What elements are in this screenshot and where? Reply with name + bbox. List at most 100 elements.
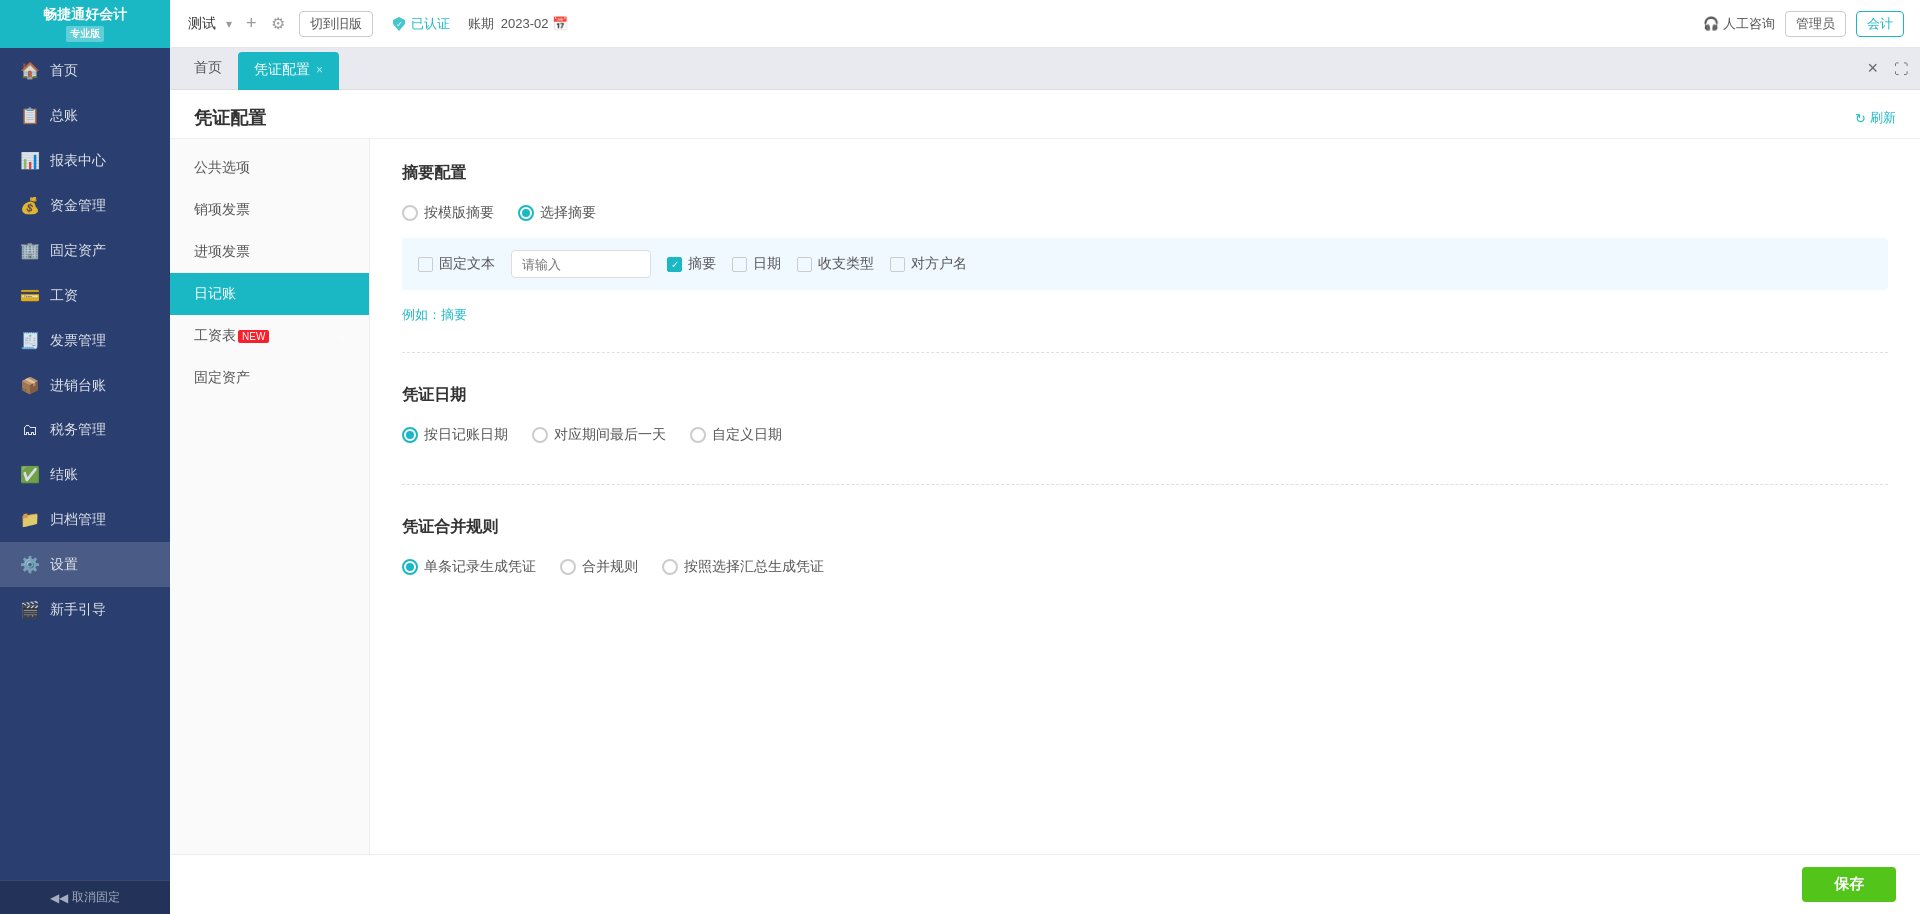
sidebar-item-archive[interactable]: 📁 归档管理 [0,497,170,542]
add-button[interactable]: + [246,13,257,34]
checkbox-box-counterpart [890,257,905,272]
radio-select-summary[interactable]: 选择摘要 [518,204,596,222]
radio-custom-date[interactable]: 自定义日期 [690,426,782,444]
menu-item-purchase-invoice[interactable]: 进项发票 [170,231,369,273]
tab-expand-button[interactable]: ⛶ [1890,57,1912,81]
checkbox-date[interactable]: 日期 [732,255,781,273]
checkbox-payment-type[interactable]: 收支类型 [797,255,874,273]
sidebar-item-invoice[interactable]: 🧾 发票管理 [0,318,170,363]
checkbox-box-summary: ✓ [667,257,682,272]
summary-radio-group: 按模版摘要 选择摘要 [402,204,1888,222]
radio-circle-period-last [532,427,548,443]
summary-section: 摘要配置 按模版摘要 选择摘要 [402,163,1888,353]
radio-journal-date[interactable]: 按日记账日期 [402,426,508,444]
certified-text: 已认证 [411,15,450,33]
radio-period-last-day[interactable]: 对应期间最后一天 [532,426,666,444]
purchase-sales-icon: 📦 [20,376,40,395]
admin-button[interactable]: 管理员 [1785,11,1846,37]
sidebar-item-label: 结账 [50,466,78,484]
save-button[interactable]: 保存 [1802,867,1896,902]
period: 账期 2023-02 📅 [468,15,569,33]
company-dropdown-icon[interactable]: ▾ [226,17,232,31]
sidebar-item-label: 首页 [50,62,78,80]
archive-icon: 📁 [20,510,40,529]
page-content: 凭证配置 ↻ 刷新 公共选项 销项发票 进项发票 [170,90,1920,914]
page-body: 公共选项 销项发票 进项发票 日记账 工资表NEW ∨ [170,139,1920,854]
radio-merge-rule[interactable]: 合并规则 [560,558,638,576]
sidebar-item-funds[interactable]: 💰 资金管理 [0,183,170,228]
sidebar-item-label: 工资 [50,287,78,305]
tab-voucher-config[interactable]: 凭证配置 × [238,52,339,90]
switch-old-button[interactable]: 切到旧版 [299,11,373,37]
sidebar-item-label: 发票管理 [50,332,106,350]
sidebar-item-purchase-sales[interactable]: 📦 进销台账 [0,363,170,408]
page-menu: 公共选项 销项发票 进项发票 日记账 工资表NEW ∨ [170,139,370,854]
page-header: 凭证配置 ↻ 刷新 [170,90,1920,139]
radio-circle-custom-date [690,427,706,443]
new-badge: NEW [238,330,269,343]
sidebar-item-assets[interactable]: 🏢 固定资产 [0,228,170,273]
company-name: 测试 [188,15,216,33]
reports-icon: 📊 [20,151,40,170]
radio-circle-journal-date [402,427,418,443]
logo-sub: 专业版 [66,26,104,42]
close-books-icon: ✅ [20,465,40,484]
tab-home[interactable]: 首页 [178,48,238,90]
payroll-icon: 💳 [20,286,40,305]
ledger-icon: 📋 [20,106,40,125]
sidebar-item-reports[interactable]: 📊 报表中心 [0,138,170,183]
sidebar-item-label: 设置 [50,556,78,574]
cancel-fixed-button[interactable]: ◀◀ 取消固定 [0,880,170,914]
sidebar: 🏠 首页 📋 总账 📊 报表中心 💰 资金管理 🏢 固定资产 💳 工资 🧾 发票… [0,48,170,914]
checkbox-summary[interactable]: ✓ 摘要 [667,255,716,273]
summary-section-title: 摘要配置 [402,163,1888,184]
sidebar-item-home[interactable]: 🏠 首页 [0,48,170,93]
menu-item-sales-invoice[interactable]: 销项发票 [170,189,369,231]
refresh-label: 刷新 [1870,109,1896,127]
example-text: 例如：摘要 [402,302,1888,328]
chevron-right-icon: ∨ [338,331,345,342]
svg-text:✓: ✓ [395,20,402,29]
sidebar-item-ledger[interactable]: 📋 总账 [0,93,170,138]
menu-item-payroll-table[interactable]: 工资表NEW ∨ [170,315,369,357]
radio-circle-merge [560,559,576,575]
accountant-button[interactable]: 会计 [1856,11,1904,37]
voucher-date-section: 凭证日期 按日记账日期 对应期间最后一天 [402,385,1888,485]
tab-close-button[interactable]: × [1863,54,1882,83]
merge-rule-title: 凭证合并规则 [402,517,1888,538]
merge-rule-radio-group: 单条记录生成凭证 合并规则 按照选择汇总生成凭证 [402,558,1888,576]
settings-gear-icon: ⚙️ [20,555,40,574]
tab-bar-actions: × ⛶ [1863,54,1912,83]
checkbox-counterpart-name[interactable]: 对方户名 [890,255,967,273]
menu-item-public[interactable]: 公共选项 [170,147,369,189]
logo: 畅捷通好会计 专业版 [0,0,170,48]
tab-bar: 首页 凭证配置 × × ⛶ [170,48,1920,90]
shield-icon: ✓ [391,16,407,32]
certified-badge: ✓ 已认证 [391,15,450,33]
radio-single-voucher[interactable]: 单条记录生成凭证 [402,558,536,576]
cancel-fixed-label: 取消固定 [72,889,120,906]
menu-item-fixed-assets[interactable]: 固定资产 [170,357,369,399]
sidebar-item-settings[interactable]: ⚙️ 设置 [0,542,170,587]
sidebar-item-beginner[interactable]: 🎬 新手引导 [0,587,170,632]
refresh-icon: ↻ [1855,111,1866,126]
radio-circle-single [402,559,418,575]
tab-close-icon[interactable]: × [316,63,323,77]
sidebar-item-tax[interactable]: 🗂 税务管理 [0,408,170,452]
assets-icon: 🏢 [20,241,40,260]
settings-icon[interactable]: ⚙ [271,14,285,33]
sidebar-item-payroll[interactable]: 💳 工资 [0,273,170,318]
radio-aggregate-voucher[interactable]: 按照选择汇总生成凭证 [662,558,824,576]
sidebar-item-close[interactable]: ✅ 结账 [0,452,170,497]
funds-icon: 💰 [20,196,40,215]
radio-circle-select [518,205,534,221]
fixed-text-input[interactable] [511,250,651,278]
sidebar-item-label: 资金管理 [50,197,106,215]
beginner-icon: 🎬 [20,600,40,619]
consult-button[interactable]: 🎧 人工咨询 [1703,15,1775,33]
menu-item-journal[interactable]: 日记账 [170,273,369,315]
radio-template-summary[interactable]: 按模版摘要 [402,204,494,222]
refresh-button[interactable]: ↻ 刷新 [1855,109,1896,127]
home-icon: 🏠 [20,61,40,80]
checkbox-fixed-text[interactable]: 固定文本 [418,255,495,273]
